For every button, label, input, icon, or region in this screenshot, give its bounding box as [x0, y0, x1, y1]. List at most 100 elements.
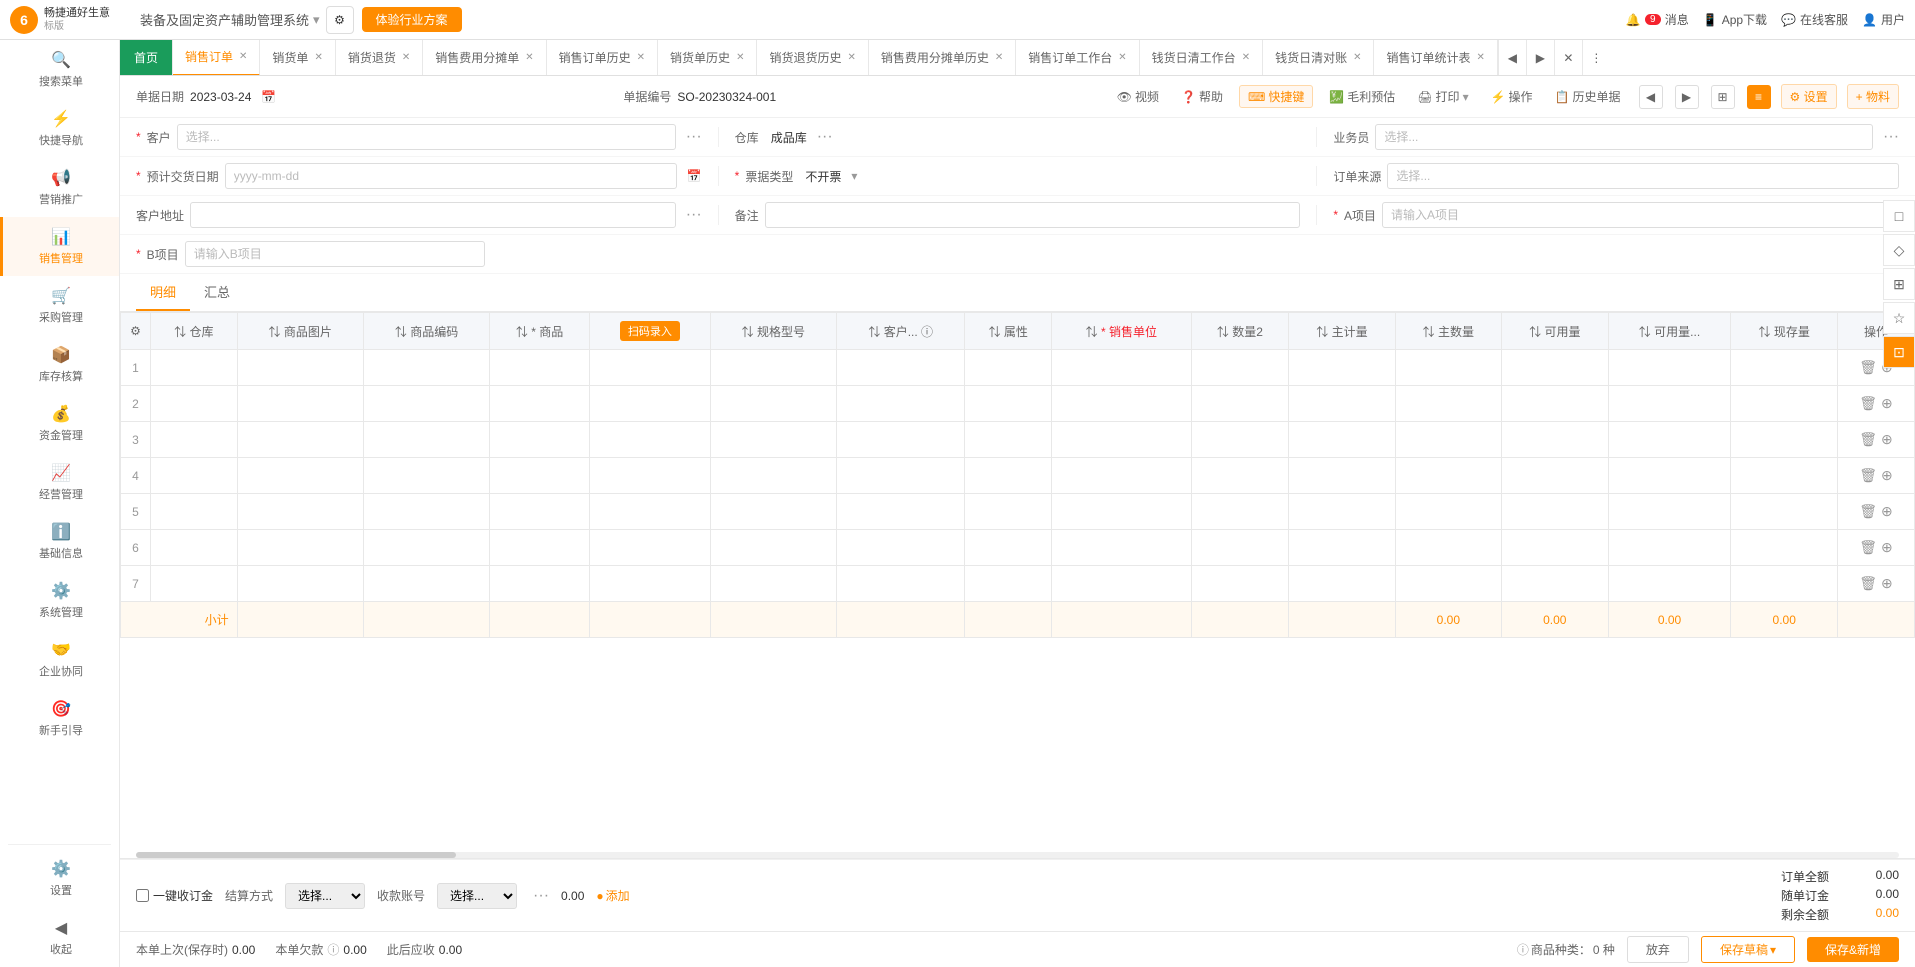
calendar-icon[interactable]: 📅	[261, 90, 276, 104]
address-more-btn[interactable]: ···	[686, 206, 702, 224]
row-1-sales-unit[interactable]	[1052, 350, 1192, 386]
row-2-product[interactable]	[490, 386, 590, 422]
row-1-attributes[interactable]	[965, 350, 1052, 386]
sidebar-item-collab[interactable]: 🤝 企业协同	[0, 630, 119, 689]
save-draft-dropdown-icon[interactable]: ▾	[1770, 943, 1776, 957]
row-2-spec[interactable]	[710, 386, 836, 422]
col-settings-header[interactable]: ⚙	[121, 313, 151, 350]
current-due-help-icon[interactable]: ⓘ	[327, 941, 339, 958]
b-project-input[interactable]	[185, 241, 485, 267]
tab-expense-history[interactable]: 销售费用分摊单历史 ✕	[869, 40, 1016, 76]
row-2-main-qty[interactable]	[1395, 386, 1501, 422]
salesperson-input[interactable]	[1375, 124, 1873, 150]
row-1-product[interactable]	[490, 350, 590, 386]
close-tab-sales-order[interactable]: ✕	[239, 51, 247, 62]
profit-btn[interactable]: 💹 毛利预估	[1323, 86, 1401, 107]
add-material-button[interactable]: + 物料	[1847, 84, 1899, 109]
salesperson-more-btn[interactable]: ···	[1883, 128, 1899, 146]
float-btn-3[interactable]: ⊞	[1883, 268, 1915, 300]
solution-button[interactable]: 体验行业方案	[362, 7, 462, 32]
tab-cash-reconcile[interactable]: 钱货日清对账 ✕	[1263, 40, 1374, 76]
row-2-sales-unit[interactable]	[1052, 386, 1192, 422]
tab-invoice-history[interactable]: 销货单历史 ✕	[658, 40, 757, 76]
sidebar-item-search[interactable]: 🔍 搜索菜单	[0, 40, 119, 99]
tab-home[interactable]: 首页	[120, 40, 173, 76]
tab-stats[interactable]: 销售订单统计表 ✕	[1374, 40, 1497, 76]
delivery-calendar-icon[interactable]: 📅	[687, 169, 702, 183]
sidebar-collapse-btn[interactable]: ◀ 收起	[0, 908, 119, 967]
a-project-input[interactable]	[1382, 202, 1899, 228]
row-7-delete-icon[interactable]: 🗑	[1859, 575, 1877, 592]
close-tab-sales-invoice[interactable]: ✕	[314, 52, 322, 63]
tab-expense-split[interactable]: 销售费用分摊单 ✕	[423, 40, 546, 76]
close-tab-return-history[interactable]: ✕	[847, 52, 855, 63]
tab-return-history[interactable]: 销货退货历史 ✕	[757, 40, 868, 76]
row-7-copy-icon[interactable]: ⊕	[1881, 575, 1893, 592]
row-1-customer-code[interactable]	[836, 350, 964, 386]
account-more-btn[interactable]: ···	[533, 887, 549, 905]
action-btn[interactable]: ⚡ 操作	[1485, 86, 1539, 107]
sidebar-item-base-info[interactable]: ℹ️ 基础信息	[0, 512, 119, 571]
row-2-copy-icon[interactable]: ⊕	[1881, 395, 1893, 412]
delivery-date-input[interactable]	[225, 163, 677, 189]
discard-button[interactable]: 放弃	[1627, 936, 1689, 963]
sidebar-item-quick-nav[interactable]: ⚡ 快捷导航	[0, 99, 119, 158]
settlement-select[interactable]: 选择...	[285, 883, 365, 909]
notice-btn[interactable]: 🔔 9 消息	[1626, 11, 1689, 28]
one-click-checkbox-input[interactable]	[136, 889, 149, 902]
history-btn[interactable]: 📋 历史单据	[1549, 86, 1627, 107]
close-tab-cash-reconcile[interactable]: ✕	[1353, 52, 1361, 63]
sidebar-item-marketing[interactable]: 📢 营销推广	[0, 158, 119, 217]
sidebar-item-purchase[interactable]: 🛒 采购管理	[0, 276, 119, 335]
row-1-qty2[interactable]	[1191, 350, 1289, 386]
tab-sales-invoice[interactable]: 销货单 ✕	[260, 40, 335, 76]
tab-menu-btn[interactable]: ⋮	[1582, 40, 1610, 76]
row-2-warehouse[interactable]	[151, 386, 238, 422]
close-tab-sales-return[interactable]: ✕	[402, 52, 410, 63]
row-2-attributes[interactable]	[965, 386, 1052, 422]
row-3-copy-icon[interactable]: ⊕	[1881, 431, 1893, 448]
user-btn[interactable]: 👤 用户	[1862, 11, 1905, 28]
one-click-checkbox[interactable]: 一键收订金	[136, 887, 213, 904]
row-1-main-qty[interactable]	[1395, 350, 1501, 386]
customer-more-btn[interactable]: ···	[686, 128, 702, 146]
tab-next-btn[interactable]: ▶	[1526, 40, 1554, 76]
sidebar-item-inventory[interactable]: 📦 库存核算	[0, 335, 119, 394]
row-4-copy-icon[interactable]: ⊕	[1881, 467, 1893, 484]
tab-order-workbench[interactable]: 销售订单工作台 ✕	[1016, 40, 1139, 76]
order-source-input[interactable]	[1387, 163, 1899, 189]
list-view-btn[interactable]: ≡	[1747, 85, 1771, 109]
next-record-btn[interactable]: ▶	[1675, 85, 1699, 109]
tab-sales-return[interactable]: 销货退货 ✕	[336, 40, 423, 76]
warehouse-more-btn[interactable]: ···	[817, 128, 833, 146]
customer-address-input[interactable]	[190, 202, 676, 228]
prev-record-btn[interactable]: ◀	[1639, 85, 1663, 109]
close-tab-cash-workbench[interactable]: ✕	[1242, 52, 1250, 63]
tab-close-btn[interactable]: ✕	[1554, 40, 1582, 76]
table-scrollbar[interactable]	[120, 851, 1915, 859]
help-btn[interactable]: ❓ 帮助	[1175, 86, 1229, 107]
shortcut-btn[interactable]: ⌨ 快捷键	[1239, 85, 1313, 108]
row-1-spec[interactable]	[710, 350, 836, 386]
close-tab-expense-history[interactable]: ✕	[995, 52, 1003, 63]
float-btn-2[interactable]: ◇	[1883, 234, 1915, 266]
row-1-product-code[interactable]	[363, 350, 489, 386]
row-5-delete-icon[interactable]: 🗑	[1859, 503, 1877, 520]
sidebar-settings-btn[interactable]: ⚙️ 设置	[0, 849, 119, 908]
tab-cash-workbench[interactable]: 钱货日清工作台 ✕	[1140, 40, 1263, 76]
row-1-warehouse[interactable]	[151, 350, 238, 386]
account-select[interactable]: 选择...	[437, 883, 517, 909]
sidebar-item-finance[interactable]: 💰 资金管理	[0, 394, 119, 453]
tab-detail[interactable]: 明细	[136, 274, 190, 311]
row-5-copy-icon[interactable]: ⊕	[1881, 503, 1893, 520]
row-6-delete-icon[interactable]: 🗑	[1859, 539, 1877, 556]
scrollbar-thumb[interactable]	[136, 852, 456, 858]
sidebar-item-operations[interactable]: 📈 经营管理	[0, 453, 119, 512]
float-btn-4[interactable]: ☆	[1883, 302, 1915, 334]
save-new-button[interactable]: 保存&新增	[1807, 937, 1899, 962]
row-2-customer-code[interactable]	[836, 386, 964, 422]
tab-summary[interactable]: 汇总	[190, 274, 244, 311]
row-2-delete-icon[interactable]: 🗑	[1859, 395, 1877, 412]
sidebar-item-system[interactable]: ⚙️ 系统管理	[0, 571, 119, 630]
float-btn-5[interactable]: ⊡	[1883, 336, 1915, 368]
